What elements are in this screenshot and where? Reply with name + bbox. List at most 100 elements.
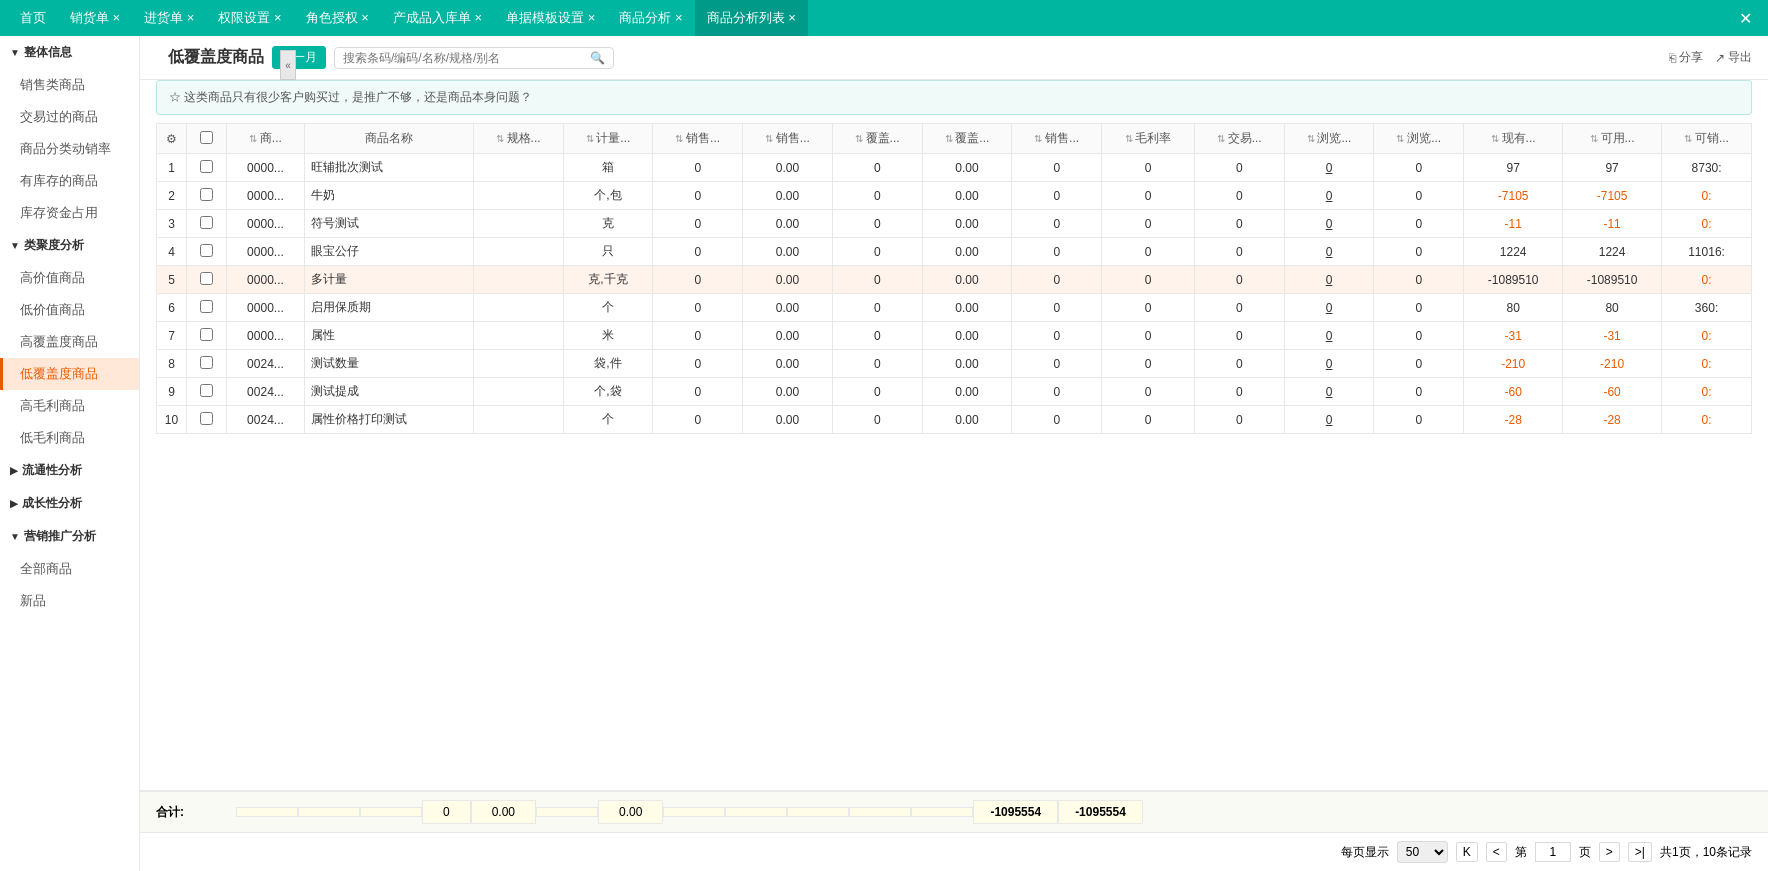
expand-icon: ▼ bbox=[10, 47, 20, 58]
column-sales-amt[interactable]: 销售... bbox=[743, 124, 833, 154]
column-coverage2[interactable]: 覆盖... bbox=[922, 124, 1012, 154]
row-sellable: 0: bbox=[1662, 266, 1752, 294]
select-all-checkbox[interactable] bbox=[200, 131, 213, 144]
row-name[interactable]: 启用保质期 bbox=[304, 294, 473, 322]
row-name[interactable]: 牛奶 bbox=[304, 182, 473, 210]
row-trade: 0 bbox=[1194, 294, 1284, 322]
sidebar-item-high-coverage[interactable]: 高覆盖度商品 bbox=[0, 326, 139, 358]
row-name[interactable]: 旺辅批次测试 bbox=[304, 154, 473, 182]
page-next-button[interactable]: > bbox=[1599, 842, 1620, 862]
row-name[interactable]: 属性价格打印测试 bbox=[304, 406, 473, 434]
nav-analysis[interactable]: 商品分析 × bbox=[607, 0, 694, 36]
per-page-select[interactable]: 50 20 100 bbox=[1397, 841, 1448, 863]
nav-template[interactable]: 单据模板设置 × bbox=[494, 0, 607, 36]
search-icon[interactable]: 🔍 bbox=[590, 51, 605, 65]
row-browse1[interactable]: 0 bbox=[1284, 378, 1374, 406]
nav-home[interactable]: 首页 bbox=[8, 0, 58, 36]
row-name[interactable]: 眼宝公仔 bbox=[304, 238, 473, 266]
nav-product-entry[interactable]: 产成品入库单 × bbox=[381, 0, 494, 36]
nav-purchase[interactable]: 进货单 × bbox=[132, 0, 206, 36]
column-coverage1[interactable]: 覆盖... bbox=[832, 124, 922, 154]
sidebar-section-marketing[interactable]: ▼ 营销推广分析 bbox=[0, 520, 139, 553]
column-browse2[interactable]: 浏览... bbox=[1374, 124, 1464, 154]
search-box[interactable]: 🔍 bbox=[334, 47, 614, 69]
row-checkbox[interactable] bbox=[187, 210, 227, 238]
sidebar-item-low-margin[interactable]: 低毛利商品 bbox=[0, 422, 139, 454]
row-code: 0000... bbox=[227, 154, 304, 182]
row-checkbox[interactable] bbox=[187, 406, 227, 434]
page-last-button[interactable]: >| bbox=[1628, 842, 1652, 862]
sidebar-item-category-turnover[interactable]: 商品分类动销率 bbox=[0, 133, 139, 165]
nav-permissions[interactable]: 权限设置 × bbox=[206, 0, 293, 36]
page-number-input[interactable] bbox=[1535, 842, 1571, 862]
sidebar-collapse-button[interactable]: « bbox=[280, 50, 296, 80]
row-checkbox[interactable] bbox=[187, 182, 227, 210]
column-unit[interactable]: 计量... bbox=[563, 124, 653, 154]
column-current[interactable]: 现有... bbox=[1464, 124, 1563, 154]
nav-sales[interactable]: 销货单 × bbox=[58, 0, 132, 36]
row-browse1[interactable]: 0 bbox=[1284, 182, 1374, 210]
close-button[interactable]: ✕ bbox=[1731, 9, 1760, 28]
row-unit: 克,千克 bbox=[563, 266, 653, 294]
sidebar-item-high-margin[interactable]: 高毛利商品 bbox=[0, 390, 139, 422]
row-checkbox[interactable] bbox=[187, 266, 227, 294]
sidebar-section-growth[interactable]: ▶ 成长性分析 bbox=[0, 487, 139, 520]
column-browse1[interactable]: 浏览... bbox=[1284, 124, 1374, 154]
sidebar-item-stock-goods[interactable]: 有库存的商品 bbox=[0, 165, 139, 197]
row-name[interactable]: 属性 bbox=[304, 322, 473, 350]
column-name[interactable]: 商品名称 bbox=[304, 124, 473, 154]
row-name[interactable]: 测试提成 bbox=[304, 378, 473, 406]
row-browse1[interactable]: 0 bbox=[1284, 238, 1374, 266]
sidebar-item-low-coverage[interactable]: 低覆盖度商品 bbox=[0, 358, 139, 390]
row-name[interactable]: 测试数量 bbox=[304, 350, 473, 378]
export-icon: ↗ bbox=[1715, 51, 1725, 65]
column-settings[interactable]: ⚙ bbox=[157, 124, 187, 154]
column-code[interactable]: 商... bbox=[227, 124, 304, 154]
page-total-label: 页 bbox=[1579, 844, 1591, 861]
sidebar-item-high-value[interactable]: 高价值商品 bbox=[0, 262, 139, 294]
sidebar-item-capital[interactable]: 库存资金占用 bbox=[0, 197, 139, 229]
row-checkbox[interactable] bbox=[187, 378, 227, 406]
page-first-button[interactable]: K bbox=[1456, 842, 1478, 862]
share-button[interactable]: ⎗ 分享 bbox=[1669, 49, 1703, 66]
row-browse2: 0 bbox=[1374, 294, 1464, 322]
column-checkbox-header[interactable] bbox=[187, 124, 227, 154]
table-container[interactable]: ⚙ 商... 商品名称 规格... 计量... 销售... 销售... 覆盖..… bbox=[140, 123, 1768, 790]
sidebar-item-sales-goods[interactable]: 销售类商品 bbox=[0, 69, 139, 101]
row-browse1[interactable]: 0 bbox=[1284, 154, 1374, 182]
row-browse1[interactable]: 0 bbox=[1284, 266, 1374, 294]
nav-roles[interactable]: 角色授权 × bbox=[294, 0, 381, 36]
sidebar-section-cluster[interactable]: ▼ 类聚度分析 bbox=[0, 229, 139, 262]
row-checkbox[interactable] bbox=[187, 294, 227, 322]
row-checkbox[interactable] bbox=[187, 350, 227, 378]
row-checkbox[interactable] bbox=[187, 154, 227, 182]
nav-analysis-list[interactable]: 商品分析列表 × bbox=[695, 0, 808, 36]
row-sales-qty: 0 bbox=[653, 322, 743, 350]
row-browse1[interactable]: 0 bbox=[1284, 350, 1374, 378]
column-gross-rate[interactable]: 毛利率 bbox=[1102, 124, 1195, 154]
sidebar-section-overall[interactable]: ▼ 整体信息 bbox=[0, 36, 139, 69]
column-trade[interactable]: 交易... bbox=[1194, 124, 1284, 154]
row-checkbox[interactable] bbox=[187, 238, 227, 266]
row-browse1[interactable]: 0 bbox=[1284, 210, 1374, 238]
row-browse1[interactable]: 0 bbox=[1284, 322, 1374, 350]
row-name[interactable]: 符号测试 bbox=[304, 210, 473, 238]
sidebar-item-new-goods[interactable]: 新品 bbox=[0, 585, 139, 617]
column-sales2[interactable]: 销售... bbox=[1012, 124, 1102, 154]
row-name[interactable]: 多计量 bbox=[304, 266, 473, 294]
sidebar-item-all-goods[interactable]: 全部商品 bbox=[0, 553, 139, 585]
column-spec[interactable]: 规格... bbox=[473, 124, 563, 154]
page-prev-button[interactable]: < bbox=[1486, 842, 1507, 862]
search-input[interactable] bbox=[343, 51, 586, 65]
sidebar-item-traded-goods[interactable]: 交易过的商品 bbox=[0, 101, 139, 133]
sidebar-section-circulation[interactable]: ▶ 流通性分析 bbox=[0, 454, 139, 487]
export-button[interactable]: ↗ 导出 bbox=[1715, 49, 1752, 66]
row-checkbox[interactable] bbox=[187, 322, 227, 350]
row-browse1[interactable]: 0 bbox=[1284, 406, 1374, 434]
row-browse1[interactable]: 0 bbox=[1284, 294, 1374, 322]
column-sales-qty[interactable]: 销售... bbox=[653, 124, 743, 154]
column-sellable[interactable]: 可销... bbox=[1662, 124, 1752, 154]
sidebar-item-low-value[interactable]: 低价值商品 bbox=[0, 294, 139, 326]
top-nav: 首页 销货单 × 进货单 × 权限设置 × 角色授权 × 产成品入库单 × 单据… bbox=[0, 0, 1768, 36]
column-available[interactable]: 可用... bbox=[1563, 124, 1662, 154]
